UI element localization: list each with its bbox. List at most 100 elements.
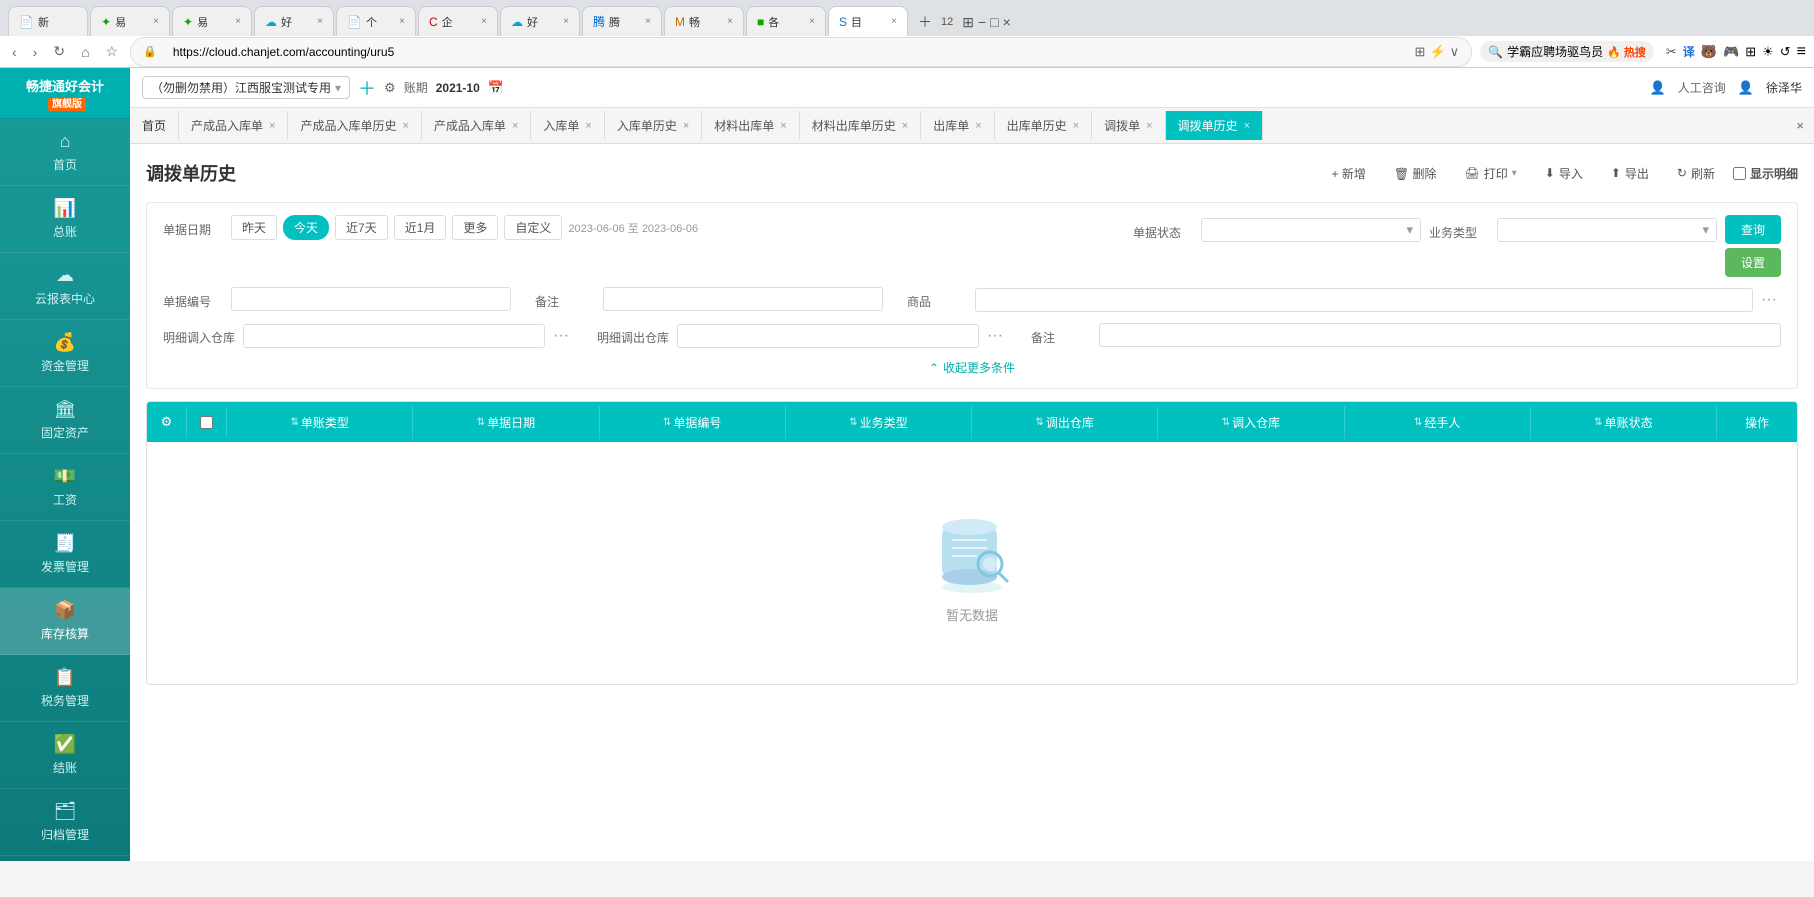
goods-input[interactable] — [975, 288, 1753, 312]
forward-button[interactable]: › — [29, 42, 42, 62]
page-tab-9-close[interactable]: × — [1073, 120, 1079, 132]
page-tab-10[interactable]: 调拨单 × — [1092, 111, 1165, 140]
sidebar-item-home[interactable]: ⌂ 首页 — [0, 119, 130, 186]
collapse-button[interactable]: ⌃ 收起更多条件 — [163, 359, 1781, 376]
sidebar-item-reports[interactable]: ☁ 云报表中心 — [0, 253, 130, 320]
th-date[interactable]: ⇅ 单据日期 — [413, 406, 599, 439]
date-btn-today[interactable]: 今天 — [283, 215, 329, 240]
date-btn-1month[interactable]: 近1月 — [394, 215, 447, 240]
lightning-icon[interactable]: ⚡ — [1429, 44, 1445, 60]
status-select[interactable] — [1201, 218, 1421, 242]
new-tab-icon[interactable]: ＋ — [918, 12, 932, 32]
sidebar-item-salary[interactable]: 💵 工资 — [0, 454, 130, 521]
bookmark-button[interactable]: ☆ — [102, 41, 123, 62]
browser-tab-3[interactable]: ✦ 易 × — [172, 6, 252, 36]
th-doc-type[interactable]: ⇅ 单账类型 — [227, 406, 413, 439]
page-tab-10-close[interactable]: × — [1146, 120, 1152, 132]
date-btn-yesterday[interactable]: 昨天 — [231, 215, 277, 240]
service-label[interactable]: 人工咨询 — [1678, 79, 1726, 96]
page-tab-8[interactable]: 出库单 × — [921, 111, 994, 140]
home-button[interactable]: ⌂ — [77, 42, 93, 62]
th-out-warehouse[interactable]: ⇅ 调出仓库 — [972, 406, 1158, 439]
date-btn-7days[interactable]: 近7天 — [335, 215, 388, 240]
browser-tab-4[interactable]: ☁ 好 × — [254, 6, 334, 36]
browser-tab-11[interactable]: S 目 × — [828, 6, 908, 36]
page-tab-1-close[interactable]: × — [269, 120, 275, 132]
th-status[interactable]: ⇅ 单账状态 — [1531, 406, 1717, 439]
browser-tab-5[interactable]: 📄 个 × — [336, 6, 416, 36]
company-settings-icon[interactable]: ⚙ — [384, 80, 396, 96]
sidebar-item-settings[interactable]: ⚙ 基础设置 — [0, 856, 130, 861]
sidebar-item-assets[interactable]: 🏛 固定资产 — [0, 387, 130, 454]
sidebar-item-ledger[interactable]: 📊 总账 — [0, 186, 130, 253]
settings-button[interactable]: 设置 — [1725, 248, 1781, 277]
page-tab-3-close[interactable]: × — [512, 120, 518, 132]
page-tab-7[interactable]: 材料出库单历史 × — [800, 111, 921, 140]
in-warehouse-input[interactable] — [243, 324, 545, 348]
page-tab-2[interactable]: 产成品入库单历史 × — [288, 111, 421, 140]
delete-btn[interactable]: 🗑 删除 — [1384, 161, 1447, 186]
refresh-btn[interactable]: ↻ 刷新 — [1667, 161, 1725, 186]
th-biz-type[interactable]: ⇅ 业务类型 — [786, 406, 972, 439]
display-cols-checkbox[interactable]: 显示明细 — [1733, 165, 1798, 182]
print-dropdown-icon[interactable]: ▾ — [1512, 168, 1517, 179]
sidebar-item-tax[interactable]: 📋 税务管理 — [0, 655, 130, 722]
sidebar-item-inventory[interactable]: 📦 库存核算 — [0, 588, 130, 655]
display-cols-input[interactable] — [1733, 167, 1746, 180]
new-btn[interactable]: + 新增 — [1322, 161, 1376, 186]
date-btn-custom[interactable]: 自定义 — [504, 215, 562, 240]
tab-manager-icon[interactable]: ⊞ — [962, 14, 974, 31]
grid-icon[interactable]: ⊞ — [1745, 44, 1756, 60]
page-tab-2-close[interactable]: × — [402, 120, 408, 132]
menu-icon[interactable]: ≡ — [1797, 43, 1806, 61]
browser-tab-9[interactable]: M 畅 × — [664, 6, 744, 36]
th-in-warehouse[interactable]: ⇅ 调入仓库 — [1158, 406, 1344, 439]
undo-icon[interactable]: ↺ — [1780, 44, 1791, 60]
browser-tab-1[interactable]: 📄 新 — [8, 6, 88, 36]
page-tab-6-close[interactable]: × — [780, 120, 786, 132]
page-tab-5[interactable]: 入库单历史 × — [605, 111, 702, 140]
browser-tab-8[interactable]: 腾 腾 × — [582, 6, 662, 36]
close-browser-icon[interactable]: × — [1003, 14, 1011, 30]
theme-icon[interactable]: ☀ — [1762, 44, 1774, 60]
refresh-button[interactable]: ↻ — [49, 41, 69, 62]
calendar-icon[interactable]: 📅 — [488, 80, 504, 96]
goods-dots[interactable]: ··· — [1757, 287, 1781, 313]
sidebar-item-funds[interactable]: 💰 资金管理 — [0, 320, 130, 387]
browser-tab-2[interactable]: ✦ 易 × — [90, 6, 170, 36]
sidebar-item-archive[interactable]: 🗂 归档管理 — [0, 789, 130, 856]
game-icon[interactable]: 🎮 — [1723, 44, 1739, 60]
page-tab-8-close[interactable]: × — [975, 120, 981, 132]
in-warehouse-dots[interactable]: ··· — [549, 323, 573, 349]
browser-tab-7[interactable]: ☁ 好 × — [500, 6, 580, 36]
page-tab-11[interactable]: 调拨单历史 × — [1166, 111, 1263, 140]
sidebar-item-invoice[interactable]: 🧾 发票管理 — [0, 521, 130, 588]
biz-type-select[interactable] — [1497, 218, 1717, 242]
back-button[interactable]: ‹ — [8, 42, 21, 62]
date-btn-more[interactable]: 更多 — [452, 215, 498, 240]
search-box[interactable]: 🔍 学霸应聘场驱鸟员 🔥 热搜 — [1480, 41, 1654, 62]
page-tab-3[interactable]: 产成品入库单 × — [422, 111, 531, 140]
extensions-icon[interactable]: ⊞ — [1415, 44, 1426, 60]
tab-bar-close-all[interactable]: × — [1786, 112, 1814, 139]
out-warehouse-input[interactable] — [677, 324, 979, 348]
translate-icon[interactable]: 译 — [1683, 43, 1695, 60]
company-selector[interactable]: （勿删勿禁用）江西服宝测试专用 ▾ — [142, 76, 350, 99]
page-tab-7-close[interactable]: × — [902, 120, 908, 132]
page-tab-11-close[interactable]: × — [1244, 120, 1250, 132]
add-company-btn[interactable]: ＋ — [358, 75, 376, 101]
page-tab-6[interactable]: 材料出库单 × — [702, 111, 799, 140]
browser-tab-6[interactable]: C 企 × — [418, 6, 498, 36]
dropdown-icon[interactable]: ∨ — [1450, 44, 1460, 60]
out-warehouse-dots[interactable]: ··· — [983, 323, 1007, 349]
export-btn[interactable]: ⬆ 导出 — [1601, 161, 1659, 186]
url-input[interactable] — [161, 41, 1411, 63]
browser-tab-10[interactable]: ■ 各 × — [746, 6, 826, 36]
sidebar-item-closing[interactable]: ✅ 结账 — [0, 722, 130, 789]
remark-input-1[interactable] — [603, 287, 883, 311]
th-handler[interactable]: ⇅ 经手人 — [1345, 406, 1531, 439]
wallet-icon[interactable]: 🐻 — [1701, 44, 1717, 60]
minimize-icon[interactable]: − — [978, 14, 986, 30]
page-tab-home[interactable]: 首页 — [130, 111, 179, 140]
import-btn[interactable]: ⬇ 导入 — [1535, 161, 1593, 186]
